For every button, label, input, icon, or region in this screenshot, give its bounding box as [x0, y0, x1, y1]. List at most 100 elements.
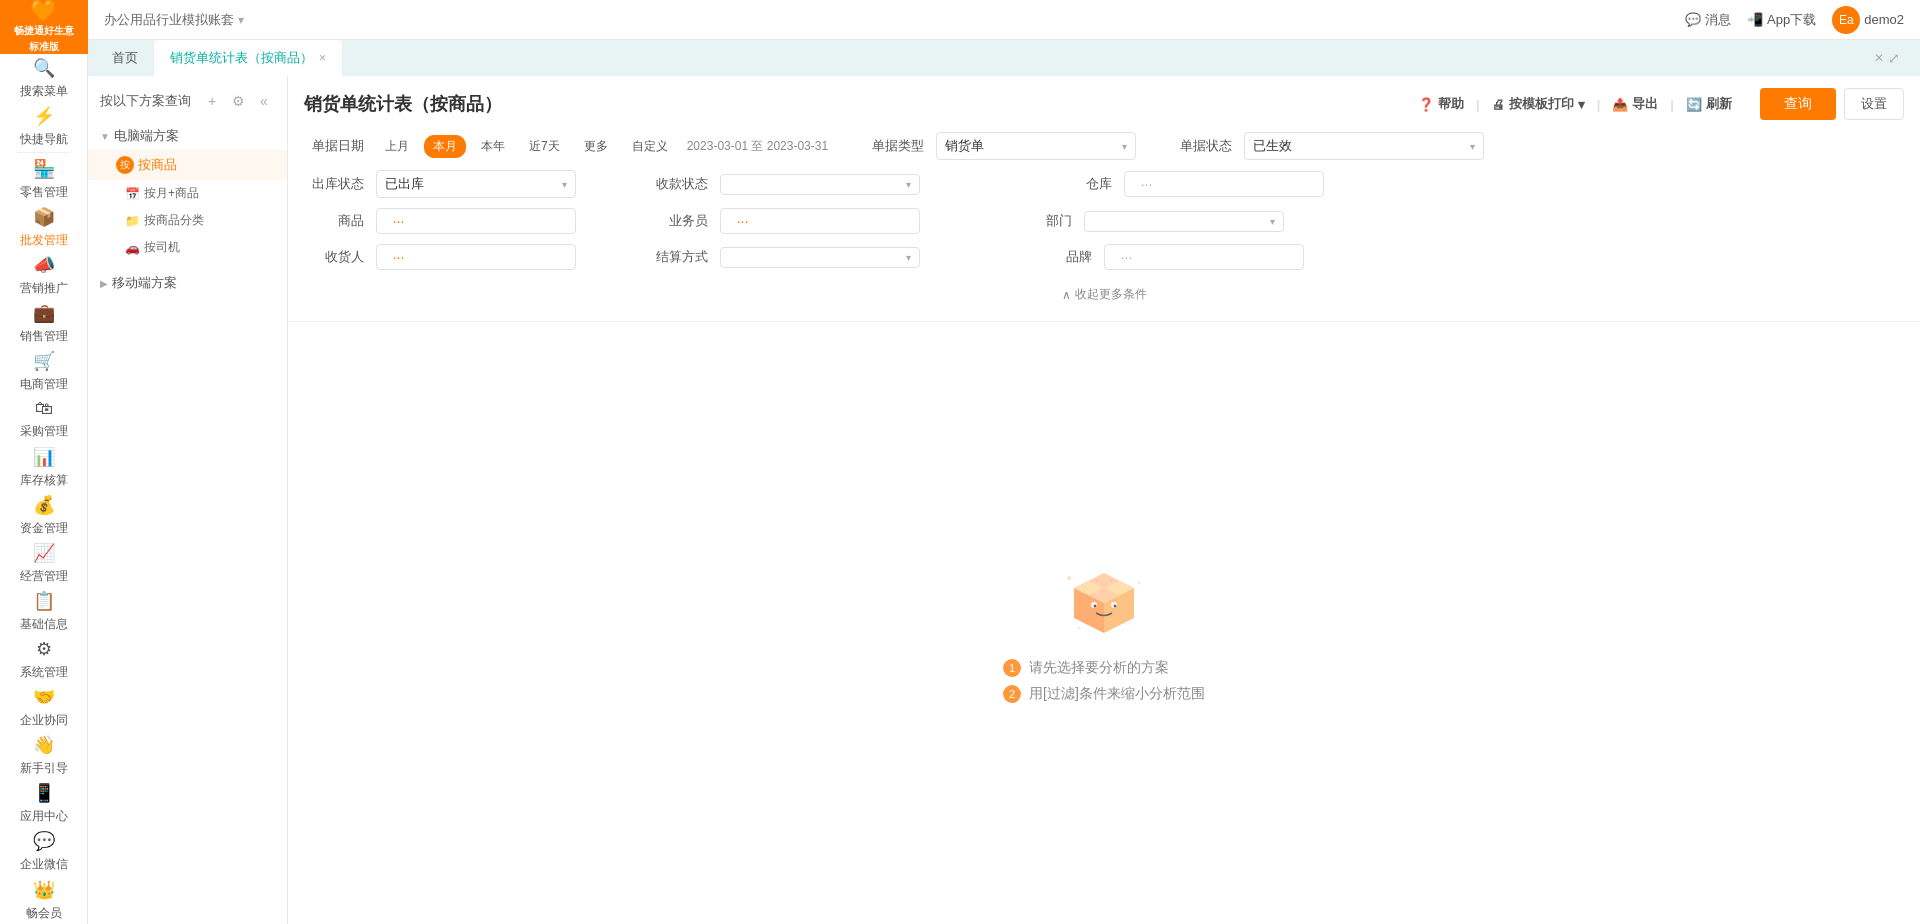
download-icon: 📲 [1747, 12, 1763, 27]
sidebar-item-wholesale-label: 批发管理 [20, 232, 68, 249]
print-btn[interactable]: 🖨 按模板打印 ▾ [1492, 95, 1585, 113]
sidebar-item-purchase[interactable]: 🛍 采购管理 [0, 395, 88, 443]
payment-method-label: 结算方式 [648, 248, 708, 266]
empty-hint-2: 2 用[过滤]条件来缩小分析范围 [1003, 685, 1205, 703]
app-download-btn[interactable]: 📲 App下载 [1747, 11, 1816, 29]
empty-hints: 1 请先选择要分析的方案 2 用[过滤]条件来缩小分析范围 [1003, 659, 1205, 703]
tab-maximize-icon[interactable]: ⤢ [1888, 50, 1900, 66]
tree-item-by-category[interactable]: 📁 按商品分类 [88, 207, 287, 234]
date-btn-last-7-days[interactable]: 近7天 [520, 135, 569, 158]
refresh-btn[interactable]: 🔄 刷新 [1686, 95, 1732, 113]
collapse-bar[interactable]: ∧ 收起更多条件 [304, 280, 1904, 309]
sidebar-item-wholesale[interactable]: 📦 批发管理 [0, 203, 88, 251]
sidebar-item-retail-label: 零售管理 [20, 184, 68, 201]
sidebar-item-enterprise-label: 企业协同 [20, 712, 68, 729]
sidebar-item-system[interactable]: ⚙ 系统管理 [0, 636, 88, 684]
filter-row-4: 收货人 ··· 结算方式 ▾ 品牌 ··· [304, 244, 1904, 270]
sidebar-item-weixin-label: 企业微信 [20, 856, 68, 873]
out-status-select[interactable]: 已出库 ▾ [376, 170, 576, 198]
tree-item-by-month-product[interactable]: 📅 按月+商品 [88, 180, 287, 207]
product-input[interactable]: ··· [376, 208, 576, 234]
hint-num-1: 1 [1003, 659, 1021, 677]
warehouse-placeholder [1133, 177, 1137, 192]
warehouse-dots: ··· [1141, 176, 1153, 192]
payment-method-select[interactable]: ▾ [720, 247, 920, 268]
user-avatar-btn[interactable]: Ea demo2 [1832, 6, 1904, 34]
svg-point-9 [1067, 576, 1071, 580]
tabbar: 首页 销货单统计表（按商品） × ✕ ⤢ [88, 40, 1920, 76]
sidebar-item-quicknav[interactable]: ⚡ 快捷导航 [0, 102, 88, 150]
newuser-icon: 👋 [33, 734, 55, 756]
dept-select[interactable]: ▾ [1084, 211, 1284, 232]
purchase-icon: 🛍 [35, 398, 53, 419]
help-icon: ❓ [1418, 97, 1434, 112]
tree-item-by-category-label: 按商品分类 [144, 212, 204, 229]
sidebar-item-search-label: 搜索菜单 [20, 83, 68, 100]
receiver-placeholder [385, 250, 389, 265]
export-btn[interactable]: 📤 导出 [1612, 95, 1658, 113]
by-month-product-icon: 📅 [124, 186, 140, 202]
scheme-settings-btn[interactable]: ⚙ [227, 90, 249, 112]
sidebar-item-inventory[interactable]: 📊 库存核算 [0, 443, 88, 491]
hint-num-2: 2 [1003, 685, 1021, 703]
sidebar-item-operations[interactable]: 📈 经营管理 [0, 540, 88, 588]
tab-current[interactable]: 销货单统计表（按商品） × [154, 40, 342, 76]
dept-arrow: ▾ [1270, 216, 1275, 227]
finance-icon: 💰 [33, 494, 55, 516]
sidebar-divider-1 [17, 152, 69, 153]
date-btn-more[interactable]: 更多 [575, 135, 617, 158]
breadcrumb-title: 办公用品行业模拟账套 [104, 11, 234, 29]
sidebar-item-search[interactable]: 🔍 搜索菜单 [0, 54, 88, 102]
by-product-icon: 按 [116, 156, 134, 174]
tree-section-pc: ▼ 电脑端方案 按 按商品 📅 按月+商品 📁 按商品分类 🚗 按司机 [88, 118, 287, 265]
staff-input[interactable]: ··· [720, 208, 920, 234]
sidebar-item-ecommerce[interactable]: 🛒 电商管理 [0, 347, 88, 395]
messages-btn[interactable]: 💬 消息 [1685, 11, 1731, 29]
receiver-input[interactable]: ··· [376, 244, 576, 270]
doc-status-select[interactable]: 已生效 ▾ [1244, 132, 1484, 160]
date-btn-this-month[interactable]: 本月 [424, 135, 466, 158]
sidebar-item-apps[interactable]: 📱 应用中心 [0, 780, 88, 828]
payment-method-arrow: ▾ [906, 252, 911, 263]
help-btn[interactable]: ❓ 帮助 [1418, 95, 1464, 113]
sales-icon: 💼 [33, 302, 55, 324]
tab-home[interactable]: 首页 [96, 40, 154, 76]
date-btn-last-month[interactable]: 上月 [376, 135, 418, 158]
doc-type-select[interactable]: 销货单 ▾ [936, 132, 1136, 160]
tab-close-btn[interactable]: × [319, 51, 326, 65]
collapse-panel-btn[interactable]: « [253, 90, 275, 112]
export-icon: 📤 [1612, 97, 1628, 112]
enterprise-icon: 🤝 [33, 686, 55, 708]
sidebar-item-enterprise[interactable]: 🤝 企业协同 [0, 684, 88, 732]
sidebar-item-weixin[interactable]: 💬 企业微信 [0, 828, 88, 876]
empty-hint-1: 1 请先选择要分析的方案 [1003, 659, 1205, 677]
query-button[interactable]: 查询 [1760, 88, 1836, 120]
payment-status-select[interactable]: ▾ [720, 174, 920, 195]
sidebar-item-member[interactable]: 👑 畅会员 [0, 876, 88, 924]
sidebar-item-finance-label: 资金管理 [20, 520, 68, 537]
sidebar-item-newuser[interactable]: 👋 新手引导 [0, 732, 88, 780]
tree-section-pc-header[interactable]: ▼ 电脑端方案 [88, 122, 287, 150]
add-scheme-btn[interactable]: + [201, 90, 223, 112]
product-dots: ··· [393, 213, 405, 229]
tab-close-icon[interactable]: ✕ [1874, 51, 1884, 65]
sidebar-item-basic[interactable]: 📋 基础信息 [0, 588, 88, 636]
sidebar-item-sales[interactable]: 💼 销售管理 [0, 299, 88, 347]
sidebar-item-retail[interactable]: 🏪 零售管理 [0, 155, 88, 203]
settings-button[interactable]: 设置 [1844, 88, 1904, 120]
topbar-right: 💬 消息 📲 App下载 Ea demo2 [1685, 6, 1904, 34]
filter-row-3: 商品 ··· 业务员 ··· 部门 ▾ [304, 208, 1904, 234]
date-btn-custom[interactable]: 自定义 [623, 135, 677, 158]
by-driver-icon: 🚗 [124, 240, 140, 256]
product-placeholder [385, 214, 389, 229]
sidebar-item-marketing[interactable]: 📣 营销推广 [0, 251, 88, 299]
staff-placeholder [729, 214, 733, 229]
sidebar-item-finance[interactable]: 💰 资金管理 [0, 491, 88, 539]
warehouse-input[interactable]: ··· [1124, 171, 1324, 197]
tree-item-by-product[interactable]: 按 按商品 [88, 150, 287, 180]
tree-item-by-driver[interactable]: 🚗 按司机 [88, 234, 287, 261]
weixin-icon: 💬 [33, 830, 55, 852]
date-btn-this-year[interactable]: 本年 [472, 135, 514, 158]
brand-input[interactable]: ··· [1104, 244, 1304, 270]
tree-section-mobile-header[interactable]: ▶ 移动端方案 [88, 269, 287, 297]
